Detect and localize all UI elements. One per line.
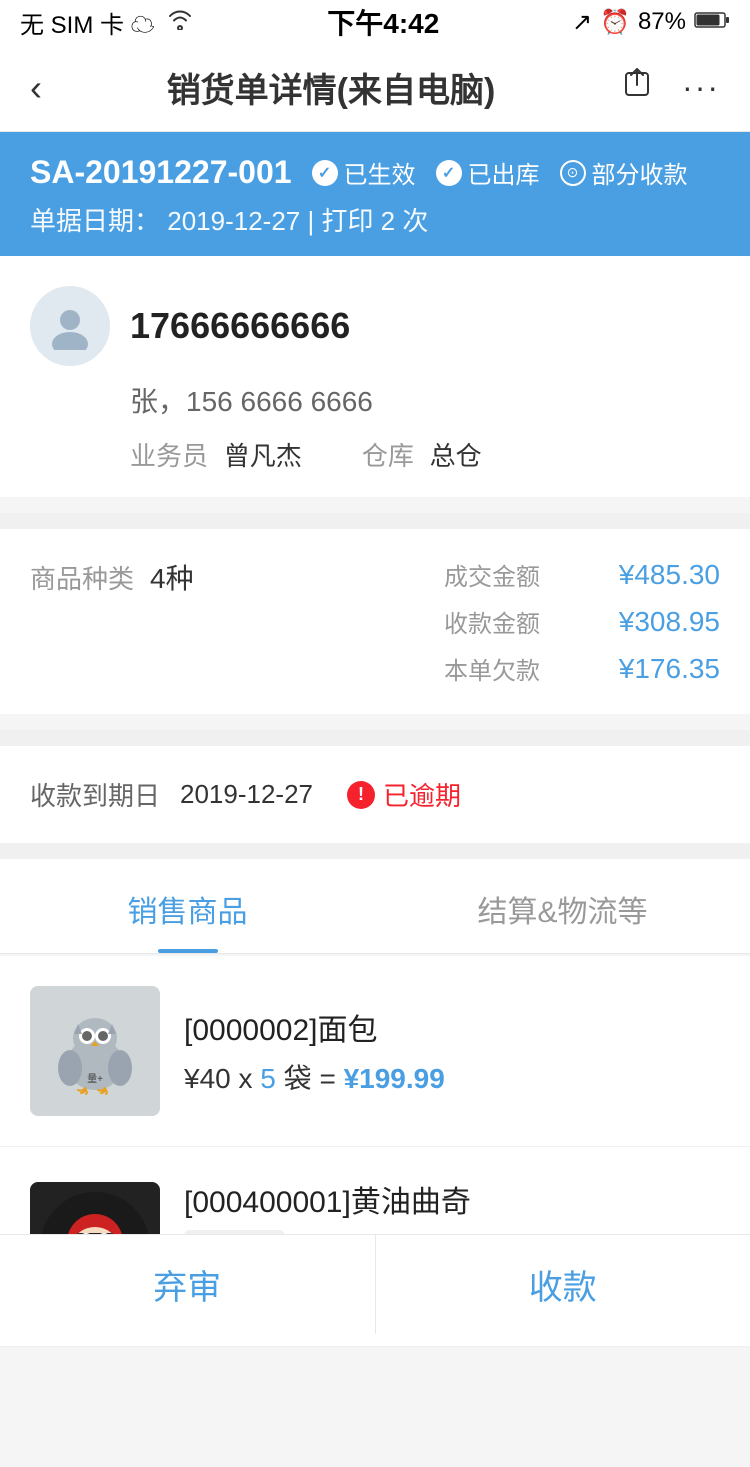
customer-meta: 业务员 曾凡杰 仓库 总仓 [130, 436, 720, 473]
status-partial: ⊙ 部分收款 [560, 155, 688, 190]
order-id: SA-20191227-001 [30, 154, 292, 191]
due-label: 收款到期日 [30, 776, 160, 813]
status-bar: 无 SIM 卡 ☁ 下午4:42 ↗ ⏰ 87% [0, 0, 750, 44]
wifi-icon [165, 8, 195, 37]
stats-section: 商品种类 4种 成交金额 ¥485.30 收款金额 ¥308.95 本单欠款 ¥… [0, 529, 750, 714]
cancel-button[interactable]: 弃审 [0, 1235, 376, 1334]
debt-label: 本单欠款 [444, 651, 540, 686]
tab-settlement[interactable]: 结算&物流等 [375, 859, 750, 953]
tabs-bar: 销售商品 结算&物流等 [0, 859, 750, 954]
nav-bar: ‹ 销货单详情(来自电脑) ··· [0, 44, 750, 132]
check-icon-shipped: ✓ [436, 160, 462, 186]
debt-value: ¥176.35 [560, 653, 720, 685]
alarm-icon: ⏰ [600, 8, 630, 37]
status-time: 下午4:42 [327, 2, 439, 42]
category-label: 商品种类 [30, 559, 134, 596]
page-title: 销货单详情(来自电脑) [167, 63, 496, 112]
bottom-bar: 弃审 收款 [0, 1234, 750, 1334]
overdue-text: 已逾期 [383, 776, 461, 813]
divider-1 [0, 513, 750, 529]
status-shipped: ✓ 已出库 [436, 155, 540, 190]
product-info-1: [0000002]面包 ¥40 x 5 袋 = ¥199.99 [184, 1005, 720, 1097]
status-right: ↗ ⏰ 87% [572, 8, 730, 37]
avatar [30, 286, 110, 366]
battery-level: 87% [638, 8, 686, 36]
nav-actions: ··· [620, 67, 720, 108]
due-section: 收款到期日 2019-12-27 ! 已逾期 [0, 746, 750, 843]
tab-products[interactable]: 销售商品 [0, 859, 375, 953]
customer-detail: 张，156 6666 6666 [130, 380, 720, 420]
clock-icon: ⊙ [560, 160, 586, 186]
due-date: 2019-12-27 [180, 779, 313, 810]
received-label: 收款金额 [444, 604, 540, 639]
order-banner: SA-20191227-001 ✓ 已生效 ✓ 已出库 ⊙ 部分收款 单据日期：… [0, 132, 750, 256]
received-value: ¥308.95 [560, 606, 720, 638]
order-date: 单据日期： 2019-12-27 | 打印 2 次 [30, 201, 720, 238]
stats-left: 商品种类 4种 [30, 557, 444, 597]
share-icon[interactable] [620, 67, 654, 108]
customer-phone: 17666666666 [130, 305, 350, 347]
product-name-2: [000400001]黄油曲奇 [184, 1177, 720, 1221]
back-button[interactable]: ‹ [30, 67, 42, 109]
sim-label: 无 SIM 卡 ☁ [20, 5, 155, 40]
svg-text:量+: 量+ [87, 1073, 103, 1085]
category-value: 4种 [150, 557, 194, 597]
agent-label: 业务员 [130, 441, 208, 471]
location-icon: ↗ [572, 8, 592, 37]
divider-3 [0, 843, 750, 859]
check-icon-effective: ✓ [312, 160, 338, 186]
agent-name: 曾凡杰 [224, 441, 302, 471]
divider-2 [0, 730, 750, 746]
more-icon[interactable]: ··· [682, 69, 720, 106]
overdue-icon: ! [347, 781, 375, 809]
deal-value: ¥485.30 [560, 559, 720, 591]
bottom-spacer [0, 1347, 750, 1467]
list-item: 量+ [0000002]面包 ¥40 x 5 袋 = ¥199.99 [0, 956, 750, 1147]
status-effective: ✓ 已生效 [312, 155, 416, 190]
deal-label: 成交金额 [444, 557, 540, 592]
warehouse-label: 仓库 [362, 441, 414, 471]
confirm-button[interactable]: 收款 [376, 1235, 750, 1334]
product-name-1: [0000002]面包 [184, 1005, 720, 1049]
customer-section: 17666666666 张，156 6666 6666 业务员 曾凡杰 仓库 总… [0, 256, 750, 497]
overdue-badge: ! 已逾期 [333, 772, 475, 817]
stats-right: 成交金额 ¥485.30 收款金额 ¥308.95 本单欠款 ¥176.35 [444, 557, 720, 686]
product-thumbnail-1: 量+ [30, 986, 160, 1116]
product-price-1: ¥40 x 5 袋 = ¥199.99 [184, 1057, 720, 1097]
battery-icon [694, 8, 730, 36]
status-left: 无 SIM 卡 ☁ [20, 5, 195, 40]
warehouse-name: 总仓 [430, 441, 482, 471]
